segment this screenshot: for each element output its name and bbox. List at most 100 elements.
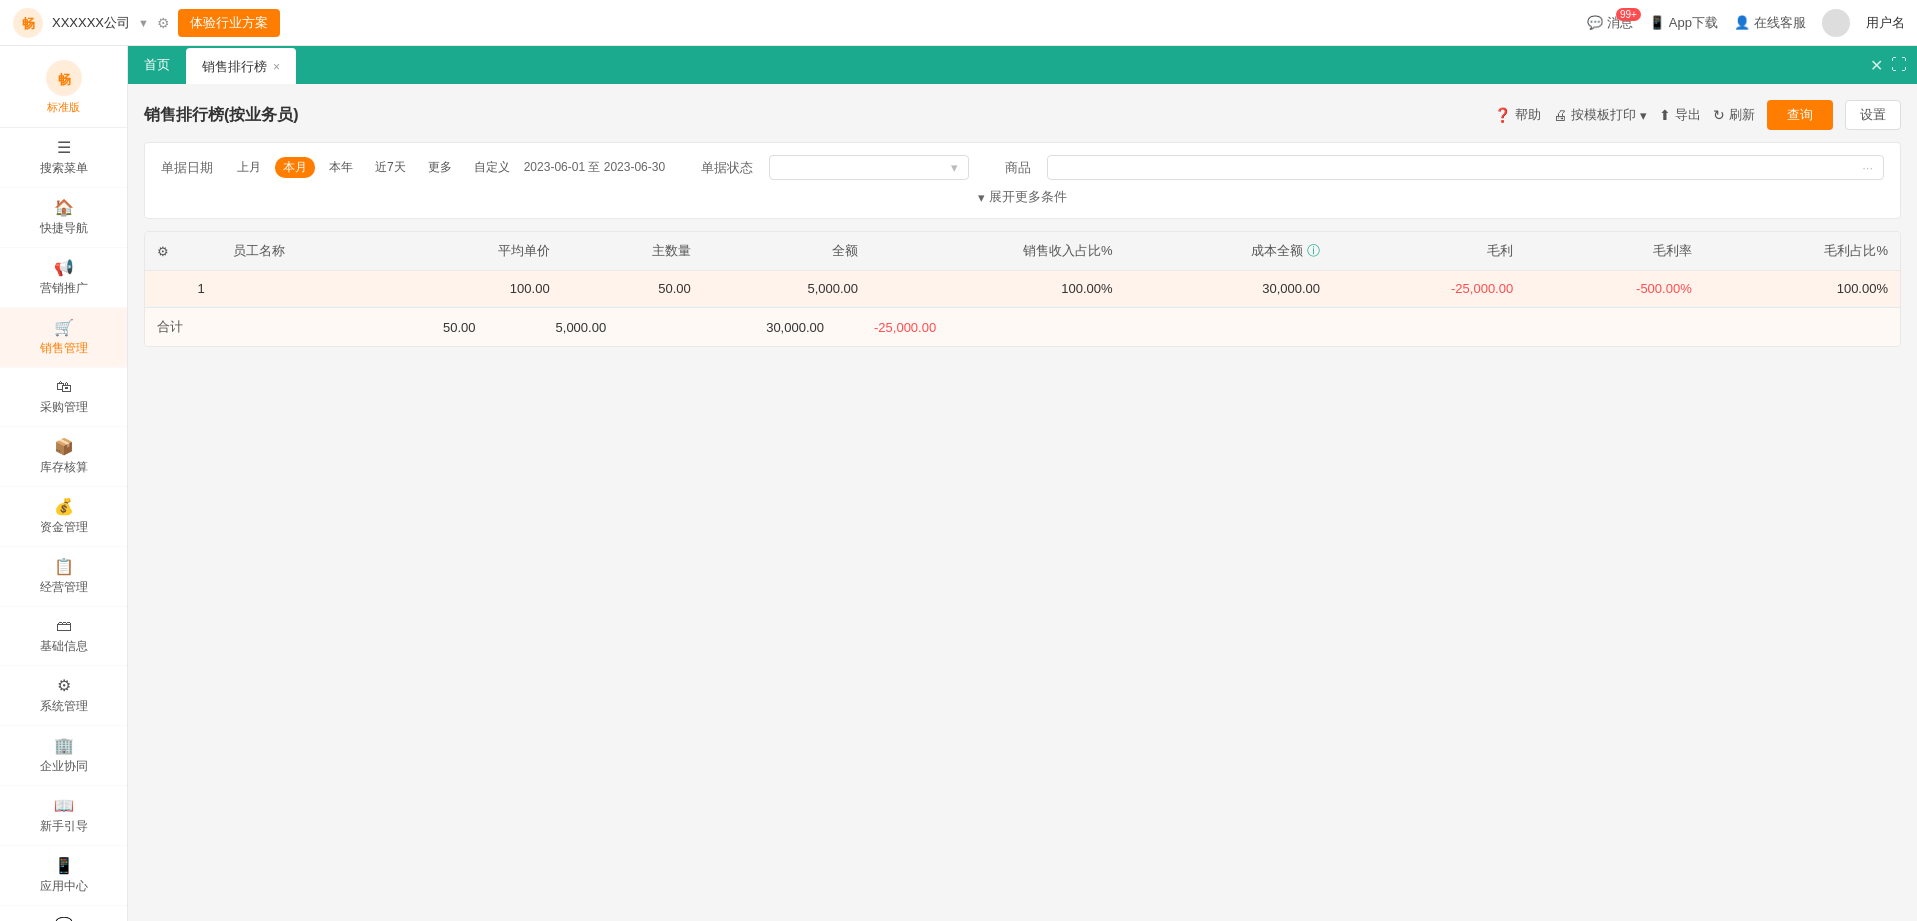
message-button[interactable]: 💬 消息 99+ bbox=[1587, 14, 1633, 32]
goods-label: 商品 bbox=[1005, 159, 1031, 177]
row-gross-pct: 100.00% bbox=[1704, 271, 1900, 307]
goods-input[interactable]: ··· bbox=[1047, 155, 1884, 180]
sidebar-item-inventory[interactable]: 📦 库存核算 bbox=[0, 427, 127, 487]
home-icon: 🏠 bbox=[54, 198, 74, 217]
print-button[interactable]: 🖨 按模板打印 ▾ bbox=[1553, 106, 1647, 124]
col-rank bbox=[181, 232, 221, 271]
sidebar-item-enterprise[interactable]: 🏢 企业协同 bbox=[0, 726, 127, 786]
expand-more-label: 展开更多条件 bbox=[989, 188, 1067, 206]
inventory-icon: 📦 bbox=[54, 437, 74, 456]
sidebar-label-finance: 资金管理 bbox=[40, 519, 88, 536]
sidebar-item-system[interactable]: ⚙ 系统管理 bbox=[0, 666, 127, 726]
marketing-icon: 📢 bbox=[54, 258, 74, 277]
date-opt-more[interactable]: 更多 bbox=[420, 157, 460, 178]
tab-expand-icon[interactable]: ⛶ bbox=[1891, 56, 1907, 74]
col-settings[interactable]: ⚙ bbox=[145, 232, 181, 271]
service-label: 在线客服 bbox=[1754, 14, 1806, 32]
sidebar-item-purchase[interactable]: 🛍 采购管理 bbox=[0, 368, 127, 427]
refresh-icon: ↻ bbox=[1713, 107, 1725, 123]
footer-amount: 5,000.00 bbox=[556, 320, 607, 335]
sidebar-item-guide[interactable]: 📖 新手引导 bbox=[0, 786, 127, 846]
row-gross-rate: -500.00% bbox=[1525, 271, 1704, 307]
export-label: 导出 bbox=[1675, 106, 1701, 124]
top-bar: 畅 XXXXXX公司 ▼ ⚙ 体验行业方案 💬 消息 99+ 📱 App下载 👤… bbox=[0, 0, 1917, 46]
date-opt-7days[interactable]: 近7天 bbox=[367, 157, 414, 178]
avatar[interactable] bbox=[1822, 9, 1850, 37]
query-button[interactable]: 查询 bbox=[1767, 100, 1833, 130]
apps-icon: 📱 bbox=[54, 856, 74, 875]
sidebar-item-finance[interactable]: 💰 资金管理 bbox=[0, 487, 127, 547]
app-download-button[interactable]: 📱 App下载 bbox=[1649, 14, 1718, 32]
sidebar-label-search: 搜索菜单 bbox=[40, 160, 88, 177]
sidebar-logo-icon: 畅 bbox=[44, 58, 84, 98]
sidebar-item-basic[interactable]: 🗃 基础信息 bbox=[0, 607, 127, 666]
top-bar-left: 畅 XXXXXX公司 ▼ ⚙ 体验行业方案 bbox=[12, 7, 1587, 39]
tab-minimize-icon[interactable]: ✕ bbox=[1870, 56, 1883, 75]
sidebar-item-wechat[interactable]: 💬 企业微信 bbox=[0, 906, 127, 921]
sidebar-item-sales[interactable]: 🛒 销售管理 bbox=[0, 308, 127, 368]
sidebar-label-shortcut: 快捷导航 bbox=[40, 220, 88, 237]
settings-button[interactable]: 设置 bbox=[1845, 100, 1901, 130]
message-icon: 💬 bbox=[1587, 15, 1603, 30]
sidebar: 畅 标准版 ☰ 搜索菜单 🏠 快捷导航 📢 营销推广 🛒 销售管理 🛍 采购管理… bbox=[0, 46, 128, 921]
online-service-button[interactable]: 👤 在线客服 bbox=[1734, 14, 1806, 32]
settings-icon[interactable]: ⚙ bbox=[157, 15, 170, 31]
row-amount: 5,000.00 bbox=[703, 271, 870, 307]
row-avg-price: 100.00 bbox=[391, 271, 561, 307]
tab-sales-ranking[interactable]: 销售排行榜 × bbox=[186, 48, 296, 86]
help-icon: ❓ bbox=[1494, 107, 1511, 123]
date-range-options: 上月 本月 本年 近7天 更多 自定义 2023-06-01 至 2023-06… bbox=[229, 157, 665, 178]
col-gross-rate: 毛利率 bbox=[1525, 232, 1704, 271]
username: 用户名 bbox=[1866, 14, 1905, 32]
print-icon: 🖨 bbox=[1553, 107, 1567, 123]
sidebar-item-apps[interactable]: 📱 应用中心 bbox=[0, 846, 127, 906]
svg-text:畅: 畅 bbox=[22, 16, 35, 31]
col-qty: 主数量 bbox=[562, 232, 703, 271]
row-sales-pct: 100.00% bbox=[870, 271, 1125, 307]
table-body: 1 100.00 50.00 5,000.00 100.00% 30,000.0… bbox=[145, 271, 1900, 307]
top-bar-right: 💬 消息 99+ 📱 App下载 👤 在线客服 用户名 bbox=[1587, 9, 1905, 37]
sales-ranking-table: ⚙ 员工名称 平均单价 主数量 全额 销售收入占比% 成本全额 ⓘ 毛利 毛利率… bbox=[145, 232, 1900, 307]
row-rank: 1 bbox=[181, 271, 221, 307]
page-content: 销售排行榜(按业务员) ❓ 帮助 🖨 按模板打印 ▾ ⬆ 导出 bbox=[128, 84, 1917, 921]
company-dropdown-icon[interactable]: ▼ bbox=[138, 17, 149, 29]
row-settings bbox=[145, 271, 181, 307]
col-name: 员工名称 bbox=[221, 232, 391, 271]
sidebar-label-inventory: 库存核算 bbox=[40, 459, 88, 476]
export-button[interactable]: ⬆ 导出 bbox=[1659, 106, 1701, 124]
trial-button[interactable]: 体验行业方案 bbox=[178, 9, 280, 37]
col-gross-pct: 毛利占比% bbox=[1704, 232, 1900, 271]
row-gross: -25,000.00 bbox=[1332, 271, 1525, 307]
tab-close-icon[interactable]: × bbox=[273, 60, 280, 74]
sidebar-item-operations[interactable]: 📋 经营管理 bbox=[0, 547, 127, 607]
page-title: 销售排行榜(按业务员) bbox=[144, 105, 299, 126]
table-wrap: ⚙ 员工名称 平均单价 主数量 全额 销售收入占比% 成本全额 ⓘ 毛利 毛利率… bbox=[144, 231, 1901, 347]
main-content: 首页 销售排行榜 × ✕ ⛶ 销售排行榜(按业务员) ❓ 帮助 bbox=[128, 46, 1917, 921]
expand-more-btn[interactable]: ▾ 展开更多条件 bbox=[161, 188, 1884, 206]
date-opt-current-month[interactable]: 本月 bbox=[275, 157, 315, 178]
help-button[interactable]: ❓ 帮助 bbox=[1494, 106, 1541, 124]
sidebar-item-marketing[interactable]: 📢 营销推广 bbox=[0, 248, 127, 308]
status-select[interactable]: ▾ bbox=[769, 155, 969, 180]
page-header: 销售排行榜(按业务员) ❓ 帮助 🖨 按模板打印 ▾ ⬆ 导出 bbox=[144, 100, 1901, 130]
refresh-button[interactable]: ↻ 刷新 bbox=[1713, 106, 1755, 124]
company-name: XXXXXX公司 bbox=[52, 14, 130, 32]
app-download-label: App下载 bbox=[1669, 14, 1718, 32]
date-opt-custom[interactable]: 自定义 bbox=[466, 157, 518, 178]
sidebar-label-basic: 基础信息 bbox=[40, 638, 88, 655]
row-qty: 50.00 bbox=[562, 271, 703, 307]
date-opt-current-year[interactable]: 本年 bbox=[321, 157, 361, 178]
sidebar-label-guide: 新手引导 bbox=[40, 818, 88, 835]
refresh-label: 刷新 bbox=[1729, 106, 1755, 124]
sidebar-item-search[interactable]: ☰ 搜索菜单 bbox=[0, 128, 127, 188]
sidebar-label-enterprise: 企业协同 bbox=[40, 758, 88, 775]
tab-sales-ranking-label: 销售排行榜 bbox=[202, 58, 267, 76]
system-icon: ⚙ bbox=[57, 676, 71, 695]
table-row: 1 100.00 50.00 5,000.00 100.00% 30,000.0… bbox=[145, 271, 1900, 307]
date-opt-prev-month[interactable]: 上月 bbox=[229, 157, 269, 178]
app-download-icon: 📱 bbox=[1649, 15, 1665, 30]
sidebar-item-shortcut[interactable]: 🏠 快捷导航 bbox=[0, 188, 127, 248]
status-label: 单据状态 bbox=[701, 159, 753, 177]
tab-home[interactable]: 首页 bbox=[128, 46, 186, 84]
row-name bbox=[221, 271, 391, 307]
